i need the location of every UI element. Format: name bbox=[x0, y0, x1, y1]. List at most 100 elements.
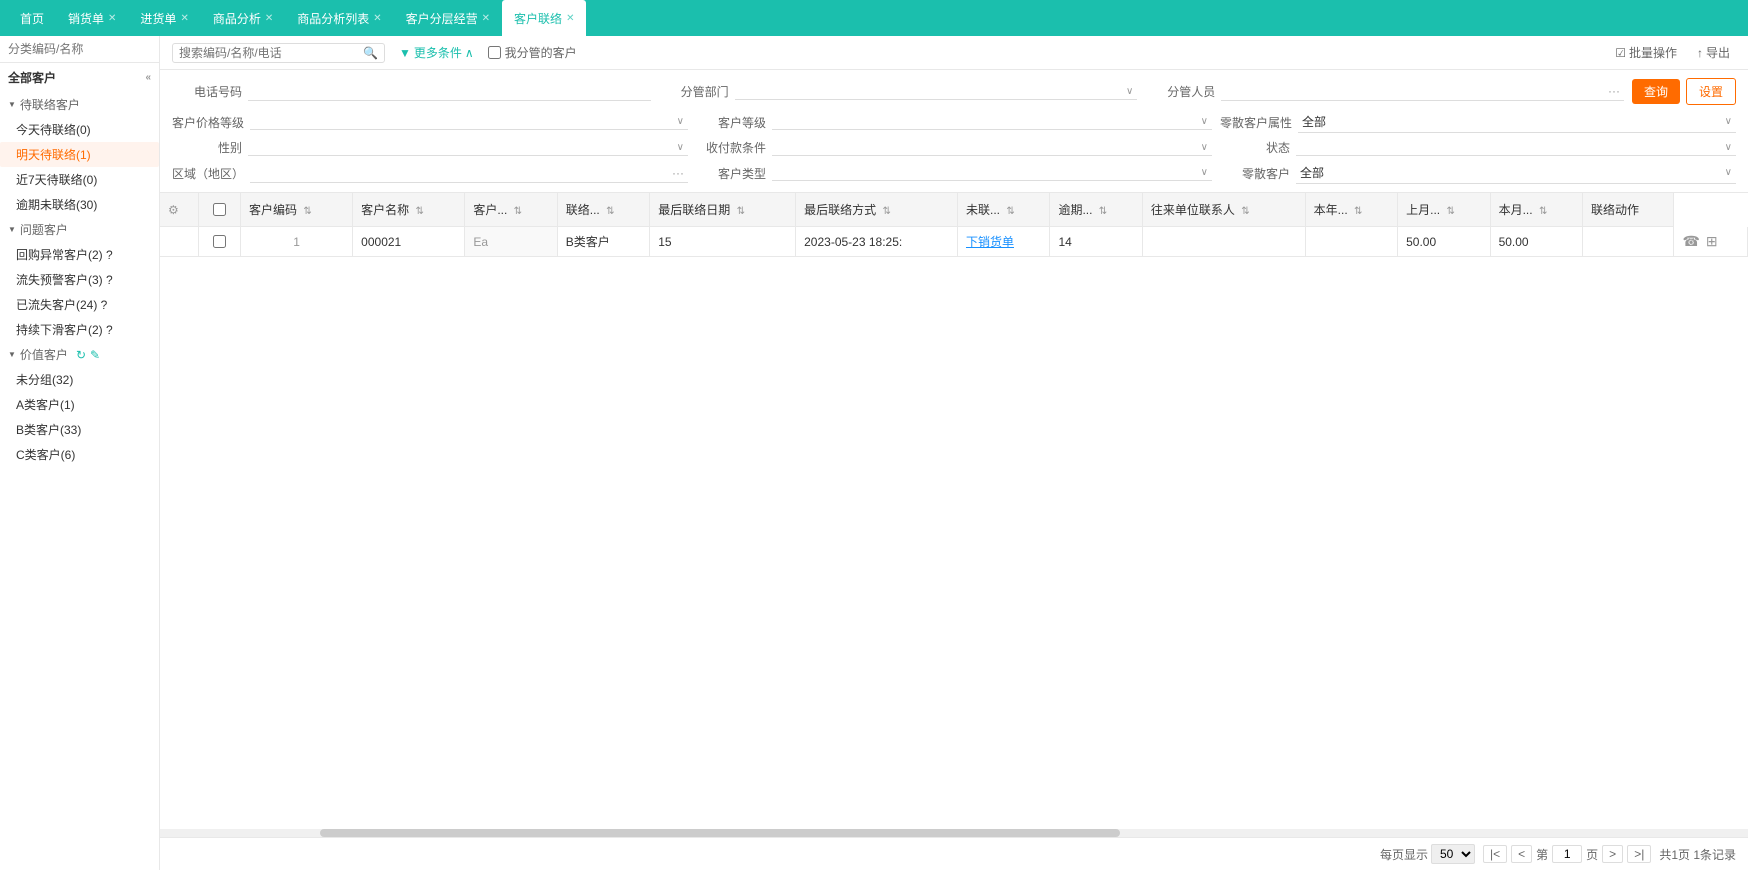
customer-level-select[interactable]: ∨ bbox=[772, 114, 1212, 130]
retail-customer-select[interactable]: 全部 ∨ bbox=[1296, 162, 1736, 184]
col-overdue[interactable]: 逾期... ⇅ bbox=[1050, 193, 1142, 227]
chevron-down-icon: ∨ bbox=[1725, 142, 1732, 153]
col-code[interactable]: 客户编码 ⇅ bbox=[241, 193, 353, 227]
close-icon[interactable]: ✕ bbox=[180, 13, 188, 24]
edit-icon[interactable]: ✎ bbox=[90, 348, 100, 362]
price-level-select[interactable]: ∨ bbox=[250, 114, 688, 130]
sidebar-item-overdue[interactable]: 逾期未联络(30) bbox=[0, 192, 159, 217]
sort-icon[interactable]: ⇅ bbox=[1006, 206, 1014, 217]
col-type[interactable]: 客户... ⇅ bbox=[465, 193, 557, 227]
sidebar-item-today[interactable]: 今天待联络(0) bbox=[0, 117, 159, 142]
nav-home-label: 首页 bbox=[20, 10, 44, 27]
search-input[interactable] bbox=[179, 46, 359, 60]
export-button[interactable]: ↑ 导出 bbox=[1691, 42, 1736, 63]
manager-select[interactable]: ··· bbox=[1221, 82, 1624, 101]
collapse-icon[interactable]: « bbox=[145, 72, 151, 83]
first-page-button[interactable]: |< bbox=[1483, 845, 1507, 863]
sidebar-item-churned[interactable]: 已流失客户(24) ? bbox=[0, 292, 159, 317]
col-last-month[interactable]: 上月... ⇅ bbox=[1398, 193, 1490, 227]
sort-icon[interactable]: ⇅ bbox=[737, 206, 745, 217]
nav-item-customer-contact[interactable]: 客户联络 ✕ bbox=[502, 0, 586, 36]
col-last-date[interactable]: 最后联络日期 ⇅ bbox=[650, 193, 796, 227]
row-last-month: 50.00 bbox=[1490, 227, 1582, 257]
region-select[interactable]: ··· bbox=[250, 164, 688, 183]
sort-icon[interactable]: ⇅ bbox=[606, 206, 614, 217]
prev-page-button[interactable]: < bbox=[1511, 845, 1532, 863]
sidebar-item-tomorrow[interactable]: 明天待联络(1) bbox=[0, 142, 159, 167]
next-page-button[interactable]: > bbox=[1602, 845, 1623, 863]
col-contact-count[interactable]: 联络... ⇅ bbox=[557, 193, 649, 227]
col-uncontacted[interactable]: 未联... ⇅ bbox=[957, 193, 1049, 227]
col-this-year[interactable]: 本年... ⇅ bbox=[1305, 193, 1397, 227]
batch-op-button[interactable]: ☑ 批量操作 bbox=[1609, 42, 1683, 63]
more-icon[interactable]: ··· bbox=[1608, 84, 1620, 98]
row-this-year: 50.00 bbox=[1398, 227, 1490, 257]
nav-item-sales[interactable]: 销货单 ✕ bbox=[56, 0, 128, 36]
last-method-link[interactable]: 下销货单 bbox=[966, 235, 1014, 249]
horizontal-scrollbar[interactable] bbox=[160, 829, 1748, 837]
close-icon[interactable]: ✕ bbox=[482, 13, 490, 24]
nav-home[interactable]: 首页 bbox=[8, 0, 56, 36]
col-name[interactable]: 客户名称 ⇅ bbox=[353, 193, 465, 227]
query-button[interactable]: 查询 bbox=[1632, 79, 1680, 104]
dept-select[interactable]: ∨ bbox=[735, 84, 1138, 100]
col-unit-contacts[interactable]: 往来单位联系人 ⇅ bbox=[1142, 193, 1305, 227]
sort-icon[interactable]: ⇅ bbox=[416, 206, 424, 217]
page-number-input[interactable] bbox=[1552, 845, 1582, 863]
last-page-button[interactable]: >| bbox=[1627, 845, 1651, 863]
page-size-select[interactable]: 50 bbox=[1431, 844, 1475, 864]
row-select-checkbox[interactable] bbox=[213, 235, 226, 248]
set-button[interactable]: 设置 bbox=[1686, 78, 1736, 105]
chevron-down-icon: ∨ bbox=[1201, 142, 1208, 153]
grid-action-icon[interactable]: ⊞ bbox=[1706, 233, 1718, 250]
nav-item-analysis[interactable]: 商品分析 ✕ bbox=[201, 0, 285, 36]
col-this-month[interactable]: 本月... ⇅ bbox=[1490, 193, 1582, 227]
sidebar-item-declining[interactable]: 持续下滑客户(2) ? bbox=[0, 317, 159, 342]
sort-icon[interactable]: ⇅ bbox=[882, 206, 890, 217]
scrollbar-thumb[interactable] bbox=[320, 829, 1120, 837]
close-icon[interactable]: ✕ bbox=[373, 13, 381, 24]
sidebar-item-c-class[interactable]: C类客户(6) bbox=[0, 442, 159, 467]
phone-input[interactable] bbox=[248, 82, 651, 101]
nav-item-customer-tier[interactable]: 客户分层经营 ✕ bbox=[394, 0, 502, 36]
refresh-icon[interactable]: ↻ bbox=[76, 348, 86, 362]
col-action: 联络动作 bbox=[1583, 193, 1674, 227]
nav-item-purchase[interactable]: 进货单 ✕ bbox=[128, 0, 200, 36]
search-icon[interactable]: 🔍 bbox=[363, 46, 378, 60]
close-icon[interactable]: ✕ bbox=[566, 13, 574, 24]
more-icon[interactable]: ··· bbox=[672, 166, 684, 180]
my-customers-check[interactable] bbox=[488, 46, 501, 59]
gear-icon[interactable]: ⚙ bbox=[168, 203, 179, 217]
sidebar-item-a-class[interactable]: A类客户(1) bbox=[0, 392, 159, 417]
sidebar-item-repurchase-abnormal[interactable]: 回购异常客户(2) ? bbox=[0, 242, 159, 267]
sort-icon[interactable]: ⇅ bbox=[1539, 206, 1547, 217]
retail-attr-select[interactable]: 全部 ∨ bbox=[1298, 111, 1736, 133]
toolbar-right: ☑ 批量操作 ↑ 导出 bbox=[1609, 42, 1736, 63]
gender-select[interactable]: ∨ bbox=[248, 140, 688, 156]
row-contact-count: 15 bbox=[650, 227, 796, 257]
phone-action-icon[interactable]: ☎ bbox=[1682, 233, 1699, 250]
nav-item-analysis-list[interactable]: 商品分析列表 ✕ bbox=[285, 0, 393, 36]
close-icon[interactable]: ✕ bbox=[265, 13, 273, 24]
sidebar-search-input[interactable] bbox=[8, 42, 160, 56]
sort-icon[interactable]: ⇅ bbox=[1241, 206, 1249, 217]
sidebar-item-b-class[interactable]: B类客户(33) bbox=[0, 417, 159, 442]
col-last-method[interactable]: 最后联络方式 ⇅ bbox=[796, 193, 958, 227]
close-icon[interactable]: ✕ bbox=[108, 13, 116, 24]
sort-icon[interactable]: ⇅ bbox=[514, 206, 522, 217]
my-customers-checkbox[interactable]: 我分管的客户 bbox=[488, 44, 577, 61]
select-all-checkbox[interactable] bbox=[213, 203, 226, 216]
sort-icon[interactable]: ⇅ bbox=[303, 206, 311, 217]
filter-more-button[interactable]: ▼ 更多条件 ∧ bbox=[393, 42, 480, 63]
all-customers-header[interactable]: 全部客户 « bbox=[0, 63, 159, 92]
sidebar-item-churn-warning[interactable]: 流失预警客户(3) ? bbox=[0, 267, 159, 292]
customer-type-select[interactable]: ∨ bbox=[772, 165, 1212, 181]
status-select[interactable]: ∨ bbox=[1296, 140, 1736, 156]
sort-icon[interactable]: ⇅ bbox=[1354, 206, 1362, 217]
total-info: 共1页 1条记录 bbox=[1659, 846, 1736, 863]
sidebar-item-ungrouped[interactable]: 未分组(32) bbox=[0, 367, 159, 392]
sort-icon[interactable]: ⇅ bbox=[1446, 206, 1454, 217]
payment-select[interactable]: ∨ bbox=[772, 140, 1212, 156]
sort-icon[interactable]: ⇅ bbox=[1099, 206, 1107, 217]
sidebar-item-7days[interactable]: 近7天待联络(0) bbox=[0, 167, 159, 192]
